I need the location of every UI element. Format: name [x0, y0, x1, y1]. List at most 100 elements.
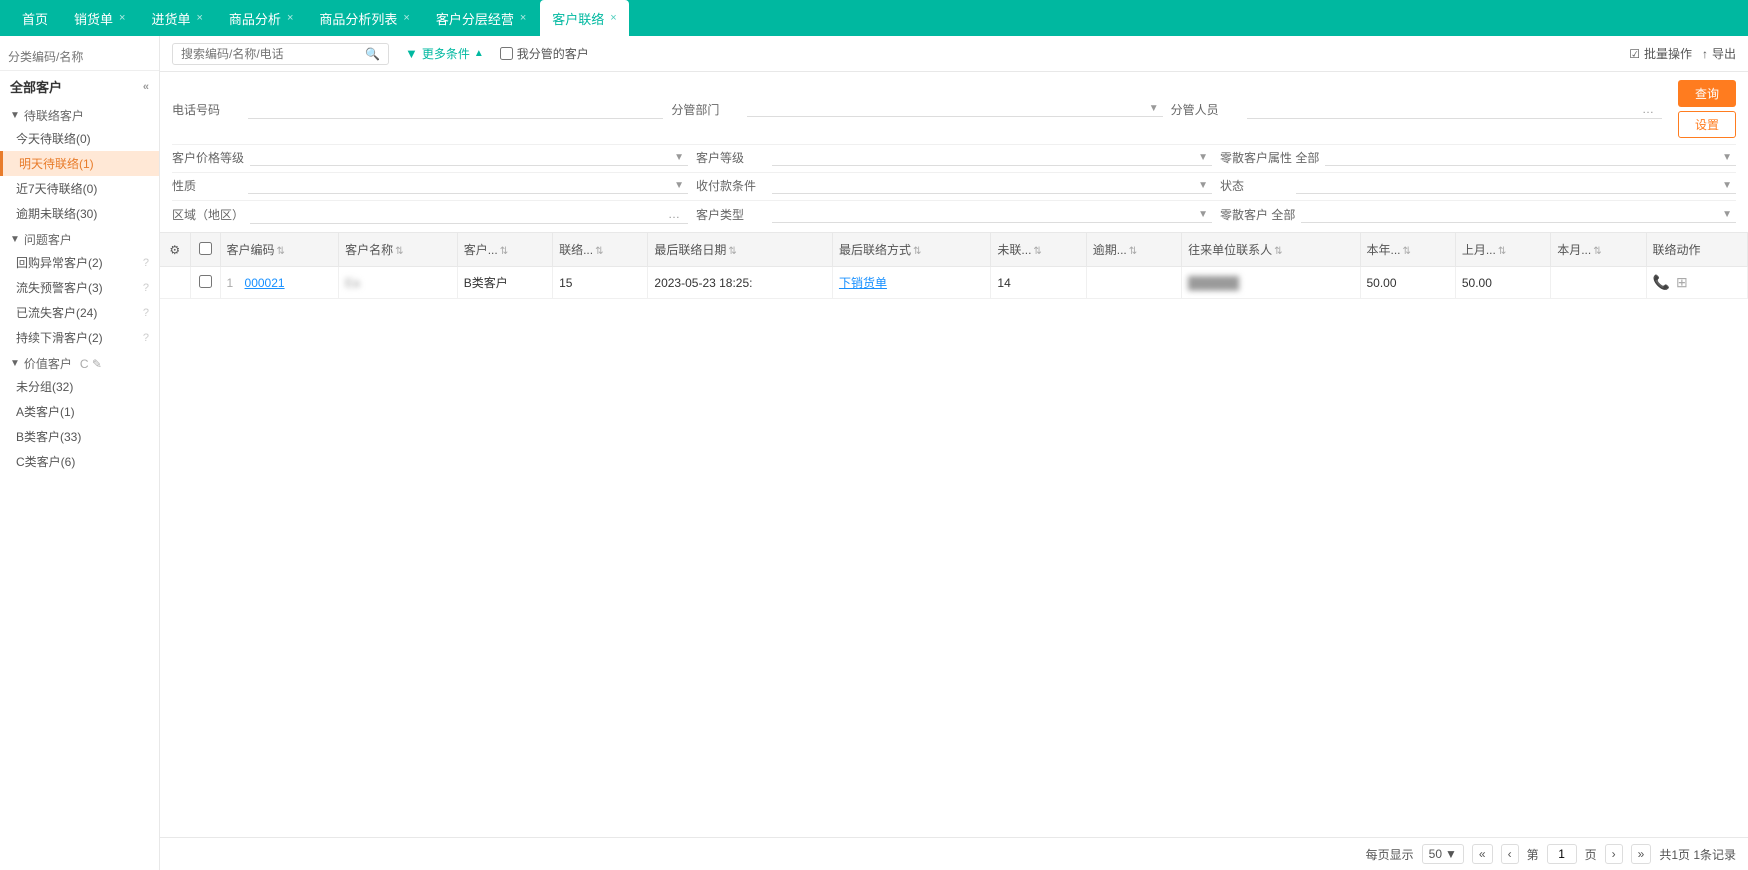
nav-product-analysis-list[interactable]: 商品分析列表 × [307, 0, 421, 36]
row-settings [160, 267, 190, 299]
filter-retail-customer: 零散客户 全部 ▼ [1220, 206, 1736, 223]
th-contact-person: 往来单位联系人⇅ [1182, 233, 1360, 267]
sort-this-year-icon[interactable]: ⇅ [1403, 246, 1411, 257]
th-code: 客户编码⇅ [220, 233, 339, 267]
sort-contacts-icon[interactable]: ⇅ [595, 246, 603, 257]
toolbar-right: ☑ 批量操作 ↑ 导出 [1629, 45, 1736, 62]
close-purchase-icon[interactable]: × [196, 12, 202, 24]
filter-person-label: 分管人员 [1171, 101, 1241, 118]
sort-this-month-icon[interactable]: ⇅ [1593, 246, 1601, 257]
group-value-customers[interactable]: ▼ 价值客户 C ✎ [0, 350, 159, 374]
search-input[interactable] [181, 47, 361, 61]
filter-level-label: 客户等级 [696, 149, 766, 166]
sidebar-item-7days[interactable]: 近7天待联络(0) [0, 176, 159, 201]
page-size-select[interactable]: 50 ▼ [1422, 844, 1464, 864]
filter-price-select[interactable]: ▼ [250, 150, 688, 166]
toolbar-search-container: 🔍 [172, 43, 389, 65]
filter-payment-select[interactable]: ▼ [772, 178, 1212, 194]
filter-retail-attr-label: 零散客户属性 全部 [1220, 149, 1319, 166]
sort-code-icon[interactable]: ⇅ [277, 246, 285, 257]
filter-customer-type-select[interactable]: ▼ [772, 207, 1212, 223]
select-all-checkbox[interactable] [199, 242, 212, 255]
batch-btn[interactable]: ☑ 批量操作 [1629, 45, 1692, 62]
group-pending-contact[interactable]: ▼ 待联络客户 [0, 102, 159, 126]
retail-attr-dropdown-icon: ▼ [1722, 152, 1732, 163]
filter-retail-customer-label: 零散客户 全部 [1220, 206, 1295, 223]
action-phone-icon[interactable]: 📞 [1653, 274, 1670, 291]
my-customers-checkbox-container[interactable]: 我分管的客户 [500, 45, 589, 62]
filter-level-select[interactable]: ▼ [772, 150, 1212, 166]
nav-product-analysis[interactable]: 商品分析 × [217, 0, 305, 36]
nav-sales[interactable]: 销货单 × [62, 0, 137, 36]
row-last-method: 下销货单 [832, 267, 990, 299]
my-customers-checkbox[interactable] [500, 47, 513, 60]
more-filters-btn[interactable]: ▼ 更多条件 ▲ [397, 42, 492, 65]
first-page-btn[interactable]: « [1472, 844, 1493, 864]
filter-nature-select[interactable]: ▼ [248, 178, 688, 194]
filter-region-select[interactable]: … [250, 205, 688, 224]
row-last-method-value[interactable]: 下销货单 [839, 276, 887, 290]
settings-icon[interactable]: ⚙ [169, 243, 180, 257]
filter-retail-attr-select[interactable]: ▼ [1325, 150, 1736, 166]
sort-name-icon[interactable]: ⇅ [395, 246, 403, 257]
th-this-year: 本年...⇅ [1360, 233, 1455, 267]
filter-phone-label: 电话号码 [172, 101, 242, 118]
nav-customer-contact[interactable]: 客户联络 × [540, 0, 628, 36]
current-page-input[interactable] [1547, 844, 1577, 864]
sidebar-item-repurchase-abnormal[interactable]: 回购异常客户(2) ? [0, 250, 159, 275]
person-dots-icon[interactable]: … [1638, 102, 1658, 116]
close-product-analysis-list-icon[interactable]: × [403, 12, 409, 24]
next-page-btn[interactable]: › [1605, 844, 1623, 864]
row-contact-person-value: ██████ [1188, 276, 1239, 290]
last-page-btn[interactable]: » [1631, 844, 1652, 864]
settings-button[interactable]: 设置 [1678, 111, 1736, 138]
sort-last-method-icon[interactable]: ⇅ [913, 246, 921, 257]
sort-type-icon[interactable]: ⇅ [500, 246, 508, 257]
sidebar-item-class-c[interactable]: C类客户(6) [0, 449, 159, 474]
sort-last-date-icon[interactable]: ⇅ [728, 246, 736, 257]
sidebar-search-input[interactable] [8, 50, 160, 64]
row-code: 1 000021 [220, 267, 339, 299]
sort-overdue-icon[interactable]: ⇅ [1129, 246, 1137, 257]
th-last-month: 上月...⇅ [1455, 233, 1550, 267]
nav-home[interactable]: 首页 [10, 0, 60, 36]
prev-page-btn[interactable]: ‹ [1501, 844, 1519, 864]
filter-label: 更多条件 [422, 45, 470, 62]
filter-phone-input[interactable] [248, 100, 663, 119]
top-nav: 首页 销货单 × 进货单 × 商品分析 × 商品分析列表 × 客户分层经营 × … [0, 0, 1748, 36]
row-checkbox[interactable] [199, 275, 212, 288]
filter-retail-customer-select[interactable]: ▼ [1301, 207, 1736, 223]
close-customer-contact-icon[interactable]: × [610, 12, 616, 24]
level-dropdown-icon: ▼ [1198, 152, 1208, 163]
close-customer-layered-icon[interactable]: × [520, 12, 526, 24]
all-customers-title[interactable]: 全部客户 « [0, 71, 159, 102]
sidebar-item-tomorrow[interactable]: 明天待联络(1) [0, 151, 159, 176]
filter-status-select[interactable]: ▼ [1296, 178, 1736, 194]
sort-not-linked-icon[interactable]: ⇅ [1033, 246, 1041, 257]
query-button[interactable]: 查询 [1678, 80, 1736, 107]
action-grid-icon[interactable]: ⊞ [1676, 274, 1688, 291]
filter-person-select[interactable]: … [1247, 100, 1662, 119]
sidebar-item-declining[interactable]: 持续下滑客户(2) ? [0, 325, 159, 350]
sort-contact-person-icon[interactable]: ⇅ [1274, 246, 1282, 257]
group-problem-customers[interactable]: ▼ 问题客户 [0, 226, 159, 250]
close-sales-icon[interactable]: × [119, 12, 125, 24]
sidebar-item-overdue[interactable]: 逾期未联络(30) [0, 201, 159, 226]
sidebar-item-unclassified[interactable]: 未分组(32) [0, 374, 159, 399]
export-btn[interactable]: ↑ 导出 [1702, 45, 1736, 62]
nav-customer-layered[interactable]: 客户分层经营 × [424, 0, 538, 36]
row-code-value[interactable]: 000021 [245, 276, 285, 290]
sidebar-item-class-b[interactable]: B类客户(33) [0, 424, 159, 449]
sort-last-month-icon[interactable]: ⇅ [1498, 246, 1506, 257]
close-product-analysis-icon[interactable]: × [287, 12, 293, 24]
filter-region: 区域（地区） … [172, 205, 688, 224]
search-icon[interactable]: 🔍 [365, 47, 380, 61]
filter-dept-select[interactable]: ▼ [747, 101, 1162, 117]
sidebar-item-today[interactable]: 今天待联络(0) [0, 126, 159, 151]
sidebar-item-churned[interactable]: 已流失客户(24) ? [0, 300, 159, 325]
sidebar-item-churn-warning[interactable]: 流失预警客户(3) ? [0, 275, 159, 300]
region-dots-icon[interactable]: … [664, 207, 684, 221]
nav-purchase[interactable]: 进货单 × [139, 0, 214, 36]
sidebar-item-class-a[interactable]: A类客户(1) [0, 399, 159, 424]
value-extra-icons[interactable]: C ✎ [80, 357, 102, 371]
